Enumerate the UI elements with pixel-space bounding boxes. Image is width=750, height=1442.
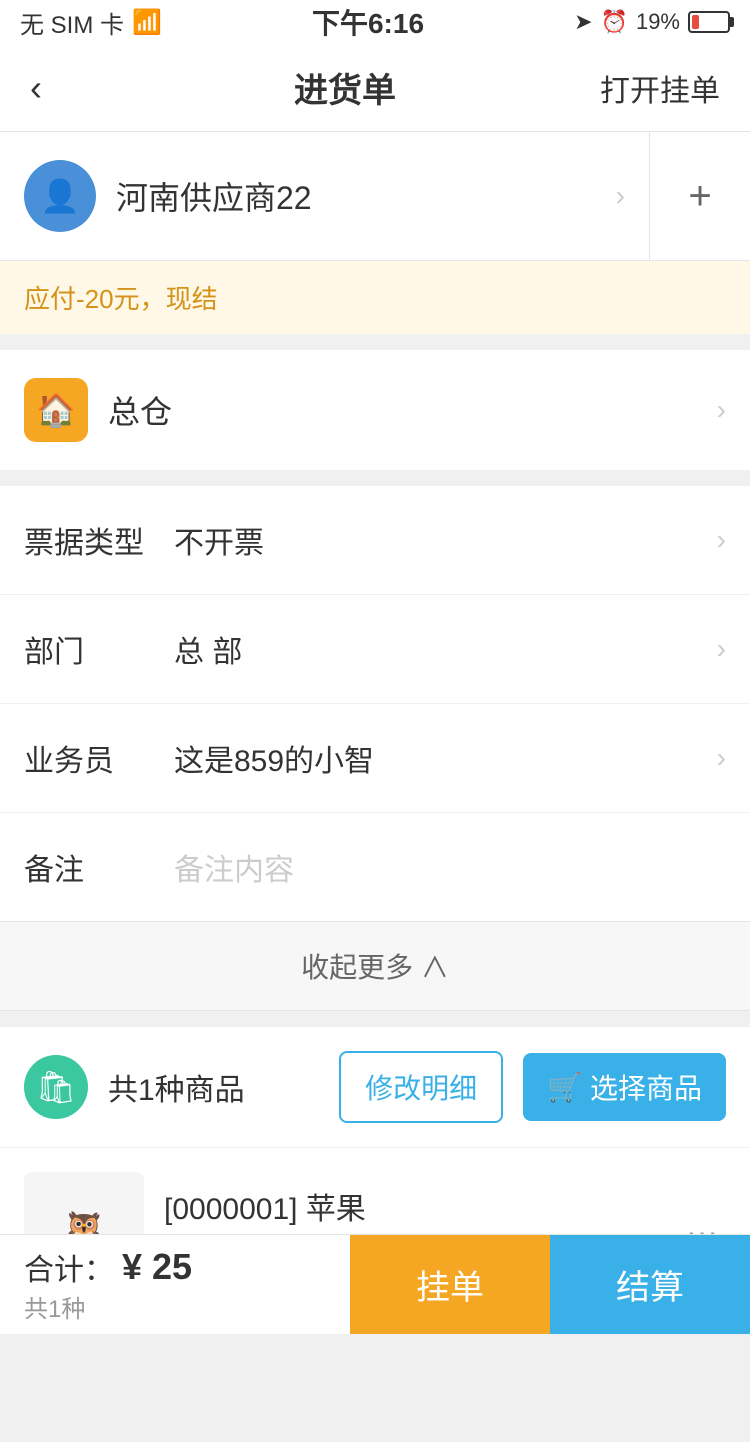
product-count-icon: 🛍 bbox=[24, 1055, 88, 1119]
salesperson-chevron-icon: › bbox=[717, 742, 726, 774]
battery-percent: 19% bbox=[636, 9, 680, 35]
status-time: 下午6:16 bbox=[312, 2, 424, 42]
battery-icon bbox=[688, 11, 730, 33]
supplier-section: 👤 河南供应商22 › + 应付-20元，现结 bbox=[0, 132, 750, 334]
warehouse-row[interactable]: 🏠 总仓 › bbox=[0, 350, 750, 470]
product-header: 🛍 共1种商品 修改明细 🛒 选择商品 bbox=[0, 1027, 750, 1147]
remark-label: 备注 bbox=[24, 845, 164, 889]
select-product-label: 选择商品 bbox=[590, 1067, 702, 1107]
dept-chevron-icon: › bbox=[717, 633, 726, 665]
status-left: 无 SIM 卡 📶 bbox=[20, 5, 162, 40]
salesperson-label: 业务员 bbox=[24, 736, 164, 780]
invoice-type-row[interactable]: 票据类型 不开票 › bbox=[0, 486, 750, 595]
supplier-name: 河南供应商22 bbox=[116, 173, 596, 219]
nav-bar: ‹ 进货单 打开挂单 bbox=[0, 44, 750, 132]
bottom-bar: 合计： ¥ 25 共1种 挂单 结算 bbox=[0, 1234, 750, 1334]
collapse-button[interactable]: 收起更多 ∧ bbox=[0, 921, 750, 1011]
product-name: [0000001] 苹果 bbox=[164, 1184, 658, 1228]
warehouse-name: 总仓 bbox=[108, 387, 697, 433]
edit-detail-button[interactable]: 修改明细 bbox=[339, 1051, 503, 1123]
product-count: 共1种商品 bbox=[108, 1065, 319, 1109]
checkout-button[interactable]: 结算 bbox=[550, 1235, 750, 1334]
dept-row[interactable]: 部门 总 部 › bbox=[0, 595, 750, 704]
total-main: 合计： ¥ 25 bbox=[24, 1245, 326, 1289]
location-icon: ➤ bbox=[574, 9, 592, 35]
bottom-spacer bbox=[0, 1332, 750, 1442]
remark-value: 备注内容 bbox=[164, 845, 726, 889]
supplier-avatar: 👤 bbox=[24, 160, 96, 232]
hang-button[interactable]: 挂单 bbox=[350, 1235, 550, 1334]
form-section: 票据类型 不开票 › 部门 总 部 › 业务员 这是859的小智 › 备注 备注… bbox=[0, 486, 750, 921]
total-section: 合计： ¥ 25 共1种 bbox=[0, 1245, 350, 1324]
supplier-chevron-icon: › bbox=[616, 180, 625, 212]
select-product-button[interactable]: 🛒 选择商品 bbox=[523, 1053, 726, 1121]
total-label: 合计： bbox=[24, 1245, 114, 1289]
shop-icon: 🛍 bbox=[36, 1068, 77, 1106]
warehouse-icon: 🏠 bbox=[24, 378, 88, 442]
wifi-icon: 📶 bbox=[132, 8, 162, 37]
total-sub: 共1种 bbox=[24, 1289, 326, 1324]
alarm-icon: ⏰ bbox=[601, 9, 628, 35]
battery-fill bbox=[692, 15, 699, 29]
salesperson-row[interactable]: 业务员 这是859的小智 › bbox=[0, 704, 750, 813]
product-title: 苹果 bbox=[306, 1193, 366, 1226]
invoice-chevron-icon: › bbox=[717, 524, 726, 556]
page-title: 进货单 bbox=[294, 63, 396, 112]
supplier-row: 👤 河南供应商22 › + bbox=[0, 132, 750, 261]
add-supplier-button[interactable]: + bbox=[650, 132, 750, 260]
dept-value: 总 部 bbox=[164, 627, 717, 671]
home-icon: 🏠 bbox=[36, 391, 76, 429]
invoice-value: 不开票 bbox=[164, 518, 717, 562]
avatar-icon: 👤 bbox=[40, 177, 80, 215]
status-right: ➤ ⏰ 19% bbox=[574, 9, 730, 35]
back-button[interactable]: ‹ bbox=[30, 67, 90, 109]
cart-icon: 🛒 bbox=[547, 1071, 582, 1104]
salesperson-value: 这是859的小智 bbox=[164, 736, 717, 780]
invoice-label: 票据类型 bbox=[24, 518, 164, 562]
carrier-text: 无 SIM 卡 bbox=[20, 5, 124, 40]
warehouse-chevron-icon: › bbox=[717, 394, 726, 426]
open-pending-button[interactable]: 打开挂单 bbox=[600, 66, 720, 110]
supplier-selector[interactable]: 👤 河南供应商22 › bbox=[0, 132, 649, 260]
dept-label: 部门 bbox=[24, 627, 164, 671]
supplier-alert: 应付-20元，现结 bbox=[0, 261, 750, 334]
product-code: [0000001] bbox=[164, 1193, 297, 1226]
remark-row[interactable]: 备注 备注内容 bbox=[0, 813, 750, 921]
status-bar: 无 SIM 卡 📶 下午6:16 ➤ ⏰ 19% bbox=[0, 0, 750, 44]
total-amount: ¥ 25 bbox=[122, 1246, 192, 1288]
